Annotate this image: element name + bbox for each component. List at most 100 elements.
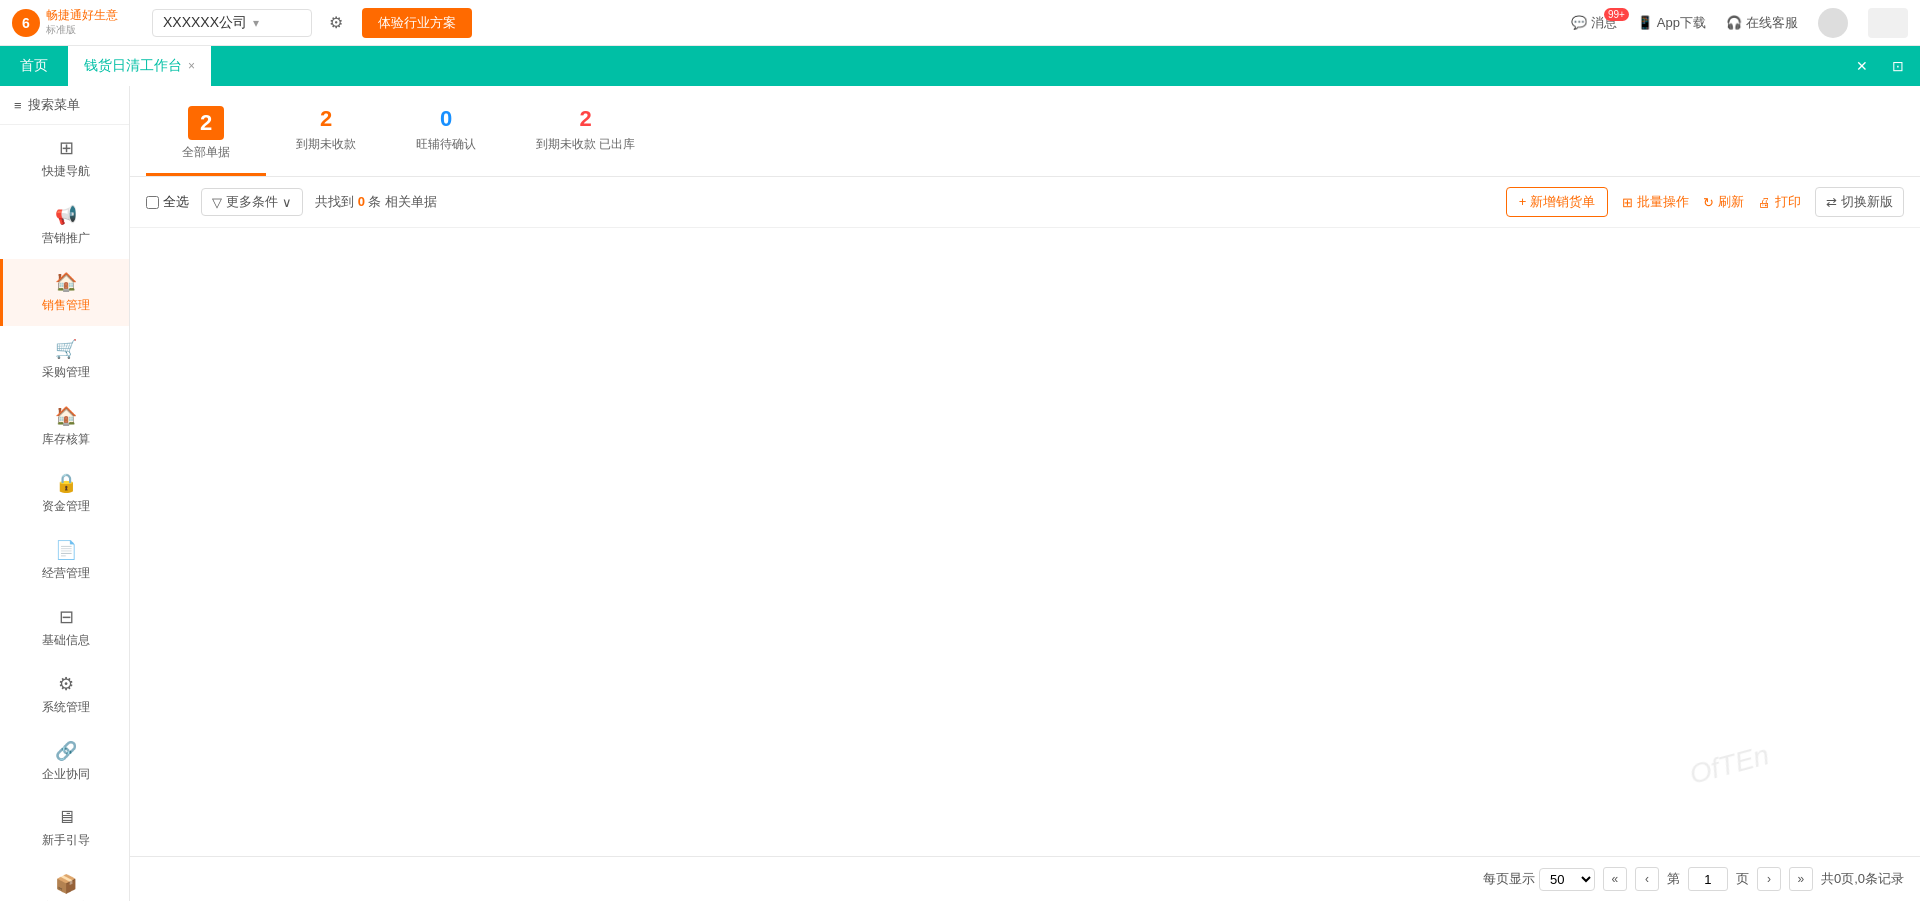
sidebar-item-basic-info[interactable]: ⊟ 基础信息 [0, 594, 129, 661]
sidebar-item-purchase[interactable]: 🛒 采购管理 [0, 326, 129, 393]
found-prefix: 共找到 [315, 194, 354, 209]
select-all-label: 全选 [163, 193, 189, 211]
filter-icon: ▽ [212, 195, 222, 210]
company-name: XXXXXX公司 [163, 14, 247, 32]
toolbar-right: + 新增销货单 ⊞ 批量操作 ↻ 刷新 🖨 打印 ⇄ 切换新版 [1506, 187, 1904, 217]
sidebar-item-app-center[interactable]: 📦 应用中心 [0, 861, 129, 901]
sidebar-item-quick-nav[interactable]: ⊞ 快捷导航 [0, 125, 129, 192]
tab-close-icon[interactable]: × [188, 59, 195, 73]
basic-info-icon: ⊟ [59, 606, 74, 628]
tab-bar-controls: ✕ ⊡ [1848, 52, 1920, 80]
per-page-select[interactable]: 50 100 200 [1539, 868, 1595, 891]
sidebar-item-inventory[interactable]: 🏠 库存核算 [0, 393, 129, 460]
logo-area: 6 畅捷通好生意 标准版 [12, 8, 142, 38]
switch-label: 切换新版 [1841, 193, 1893, 211]
sidebar-label-sales-mgmt: 销售管理 [42, 297, 90, 314]
chevron-down-icon: ▾ [253, 16, 259, 30]
message-badge: 99+ [1604, 8, 1629, 21]
logo-icon: 6 [12, 9, 40, 37]
first-page-button[interactable]: « [1603, 867, 1627, 891]
refresh-button[interactable]: ↻ 刷新 [1703, 193, 1744, 211]
print-button[interactable]: 🖨 打印 [1758, 193, 1801, 211]
sidebar-label-inventory: 库存核算 [42, 431, 90, 448]
company-selector[interactable]: XXXXXX公司 ▾ [152, 9, 312, 37]
stat-num-all-box: 2 [188, 106, 224, 140]
inventory-icon: 🏠 [55, 405, 77, 427]
online-service-button[interactable]: 🎧 在线客服 [1726, 14, 1798, 32]
switch-version-button[interactable]: ⇄ 切换新版 [1815, 187, 1904, 217]
stat-label-overdue: 到期未收款 [296, 136, 356, 153]
tab-qianghuo[interactable]: 钱货日清工作台 × [68, 46, 211, 86]
quick-nav-icon: ⊞ [59, 137, 74, 159]
marketing-icon: 📢 [55, 204, 77, 226]
search-menu-icon: ≡ [14, 98, 22, 113]
page-suffix: 页 [1736, 870, 1749, 888]
sidebar-item-finance[interactable]: 🔒 资金管理 [0, 460, 129, 527]
top-header: 6 畅捷通好生意 标准版 XXXXXX公司 ▾ ⚙ 体验行业方案 💬 消息 99… [0, 0, 1920, 46]
sidebar-label-sys-mgmt: 系统管理 [42, 699, 90, 716]
select-all-input[interactable] [146, 196, 159, 209]
table-area [130, 228, 1920, 856]
online-service-label: 在线客服 [1746, 14, 1798, 32]
last-page-button[interactable]: » [1789, 867, 1813, 891]
filter-button[interactable]: ▽ 更多条件 ∨ [201, 188, 303, 216]
experience-button[interactable]: 体验行业方案 [362, 8, 472, 38]
stat-label-unshipped: 到期未收款 已出库 [536, 136, 635, 153]
sidebar-item-beginner[interactable]: 🖥 新手引导 [0, 795, 129, 861]
print-label: 打印 [1775, 193, 1801, 211]
prev-page-button[interactable]: ‹ [1635, 867, 1659, 891]
new-order-button[interactable]: + 新增销货单 [1506, 187, 1608, 217]
search-menu-button[interactable]: ≡ 搜索菜单 [0, 86, 129, 125]
next-page-button[interactable]: › [1757, 867, 1781, 891]
filter-chevron-icon: ∨ [282, 195, 292, 210]
batch-label: 批量操作 [1637, 193, 1689, 211]
page-label: 第 [1667, 870, 1680, 888]
finance-icon: 🔒 [55, 472, 77, 494]
select-all-checkbox[interactable]: 全选 [146, 193, 189, 211]
sidebar-label-marketing: 营销推广 [42, 230, 90, 247]
stat-num-unshipped: 2 [580, 106, 592, 132]
search-menu-label: 搜索菜单 [28, 96, 80, 114]
sidebar-item-enterprise[interactable]: 🔗 企业协同 [0, 728, 129, 795]
message-button[interactable]: 💬 消息 99+ [1571, 14, 1617, 32]
sidebar-label-beginner: 新手引导 [42, 832, 90, 849]
app-download-button[interactable]: 📱 App下载 [1637, 14, 1706, 32]
tab-bar: 首页 钱货日清工作台 × ✕ ⊡ [0, 46, 1920, 86]
tab-home[interactable]: 首页 [0, 46, 68, 86]
toolbar: 全选 ▽ 更多条件 ∨ 共找到 0 条 相关单据 + 新增销货单 ⊞ 批量操作 [130, 177, 1920, 228]
stat-tab-all[interactable]: 2 全部单据 [146, 98, 266, 176]
page-number-input[interactable] [1688, 867, 1728, 891]
logo-text-area: 畅捷通好生意 标准版 [46, 8, 118, 38]
tab-label: 钱货日清工作台 [84, 57, 182, 75]
stat-tab-overdue-uncollected[interactable]: 2 到期未收款 [266, 98, 386, 176]
sidebar: ≡ 搜索菜单 ⊞ 快捷导航 📢 营销推广 🏠 销售管理 🛒 采购管理 🏠 库存核… [0, 86, 130, 901]
stat-tab-overdue-unshipped[interactable]: 2 到期未收款 已出库 [506, 98, 665, 176]
main-layout: ≡ 搜索菜单 ⊞ 快捷导航 📢 营销推广 🏠 销售管理 🛒 采购管理 🏠 库存核… [0, 86, 1920, 901]
sidebar-item-ops[interactable]: 📄 经营管理 [0, 527, 129, 594]
logo-text: 畅捷通好生意 [46, 8, 118, 24]
sidebar-label-ops: 经营管理 [42, 565, 90, 582]
app-center-icon: 📦 [55, 873, 77, 895]
avatar-name[interactable] [1868, 8, 1908, 38]
logo-badge: 标准版 [46, 23, 118, 37]
stat-label-all: 全部单据 [182, 144, 230, 161]
sidebar-label-purchase: 采购管理 [42, 364, 90, 381]
found-text: 共找到 0 条 相关单据 [315, 193, 437, 211]
sidebar-item-marketing[interactable]: 📢 营销推广 [0, 192, 129, 259]
batch-operation-button[interactable]: ⊞ 批量操作 [1622, 193, 1689, 211]
stat-num-overdue: 2 [320, 106, 332, 132]
sidebar-item-sys-mgmt[interactable]: ⚙ 系统管理 [0, 661, 129, 728]
sidebar-item-sales-mgmt[interactable]: 🏠 销售管理 [0, 259, 129, 326]
sales-mgmt-icon: 🏠 [55, 271, 77, 293]
refresh-label: 刷新 [1718, 193, 1744, 211]
content-area: 2 全部单据 2 到期未收款 0 旺辅待确认 2 到期未收款 已出库 全选 [130, 86, 1920, 901]
app-download-icon: 📱 [1637, 15, 1653, 30]
tab-close-button[interactable]: ✕ [1848, 52, 1876, 80]
app-download-label: App下载 [1657, 14, 1706, 32]
page-size-selector: 每页显示 50 100 200 [1483, 868, 1595, 891]
settings-button[interactable]: ⚙ [320, 7, 352, 39]
stat-tab-wangwang[interactable]: 0 旺辅待确认 [386, 98, 506, 176]
stat-label-wangwang: 旺辅待确认 [416, 136, 476, 153]
tab-expand-button[interactable]: ⊡ [1884, 52, 1912, 80]
avatar[interactable] [1818, 8, 1848, 38]
